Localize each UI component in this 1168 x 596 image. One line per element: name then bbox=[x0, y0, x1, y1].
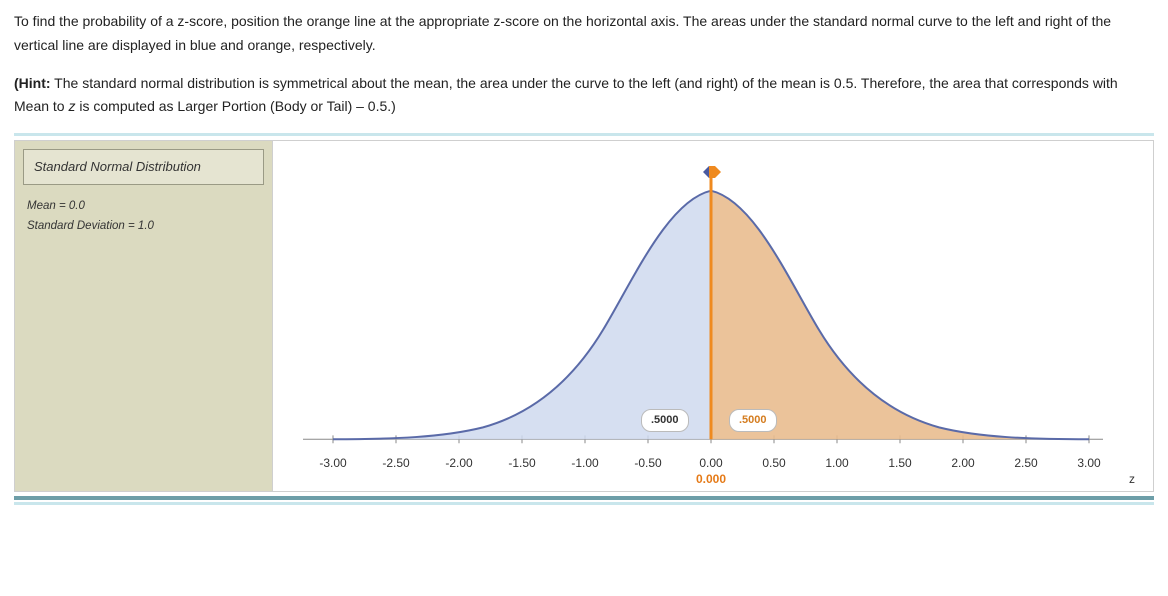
tick-label: -2.50 bbox=[382, 453, 409, 473]
tick-label: -0.50 bbox=[634, 453, 661, 473]
z-axis-label: z bbox=[1129, 469, 1135, 489]
instructions-block: To find the probability of a z-score, po… bbox=[14, 10, 1154, 119]
tick-label: -3.00 bbox=[319, 453, 346, 473]
divider-top bbox=[14, 133, 1154, 136]
normal-curve-svg bbox=[273, 141, 1153, 491]
divider-bottom-light bbox=[14, 502, 1154, 505]
chart-container: Standard Normal Distribution Mean = 0.0 … bbox=[14, 140, 1154, 492]
tick-label: -1.50 bbox=[508, 453, 535, 473]
tick-label: 0.50 bbox=[762, 453, 785, 473]
mean-label: Mean = 0.0 bbox=[27, 197, 260, 217]
slider-handle-icon bbox=[703, 163, 721, 181]
instructions-p1: To find the probability of a z-score, po… bbox=[14, 10, 1154, 58]
tick-label: 1.50 bbox=[888, 453, 911, 473]
tick-label: 1.00 bbox=[825, 453, 848, 473]
plot-area: .5000 .5000 -3.00 -2.50 -2.00 -1.50 -1.0… bbox=[273, 141, 1153, 491]
chart-title: Standard Normal Distribution bbox=[23, 149, 264, 185]
right-area-fill bbox=[711, 191, 1089, 440]
instructions-p2: (Hint: The standard normal distribution … bbox=[14, 72, 1154, 120]
chart-side-panel: Standard Normal Distribution Mean = 0.0 … bbox=[15, 141, 273, 491]
z-slider-handle[interactable] bbox=[703, 163, 721, 181]
z-value-readout: 0.000 bbox=[696, 469, 726, 489]
tick-label: 2.00 bbox=[951, 453, 974, 473]
right-area-label: .5000 bbox=[729, 409, 777, 432]
left-area-label: .5000 bbox=[641, 409, 689, 432]
left-area-fill bbox=[333, 191, 711, 440]
tick-label: 2.50 bbox=[1014, 453, 1037, 473]
hint-label: (Hint: bbox=[14, 75, 51, 91]
tick-label: 3.00 bbox=[1077, 453, 1100, 473]
tick-label: -2.00 bbox=[445, 453, 472, 473]
divider-bottom-dark bbox=[14, 496, 1154, 500]
chart-stats: Mean = 0.0 Standard Deviation = 1.0 bbox=[15, 193, 272, 236]
tick-label: -1.00 bbox=[571, 453, 598, 473]
hint-tail: is computed as Larger Portion (Body or T… bbox=[75, 98, 395, 114]
sd-label: Standard Deviation = 1.0 bbox=[27, 217, 260, 237]
